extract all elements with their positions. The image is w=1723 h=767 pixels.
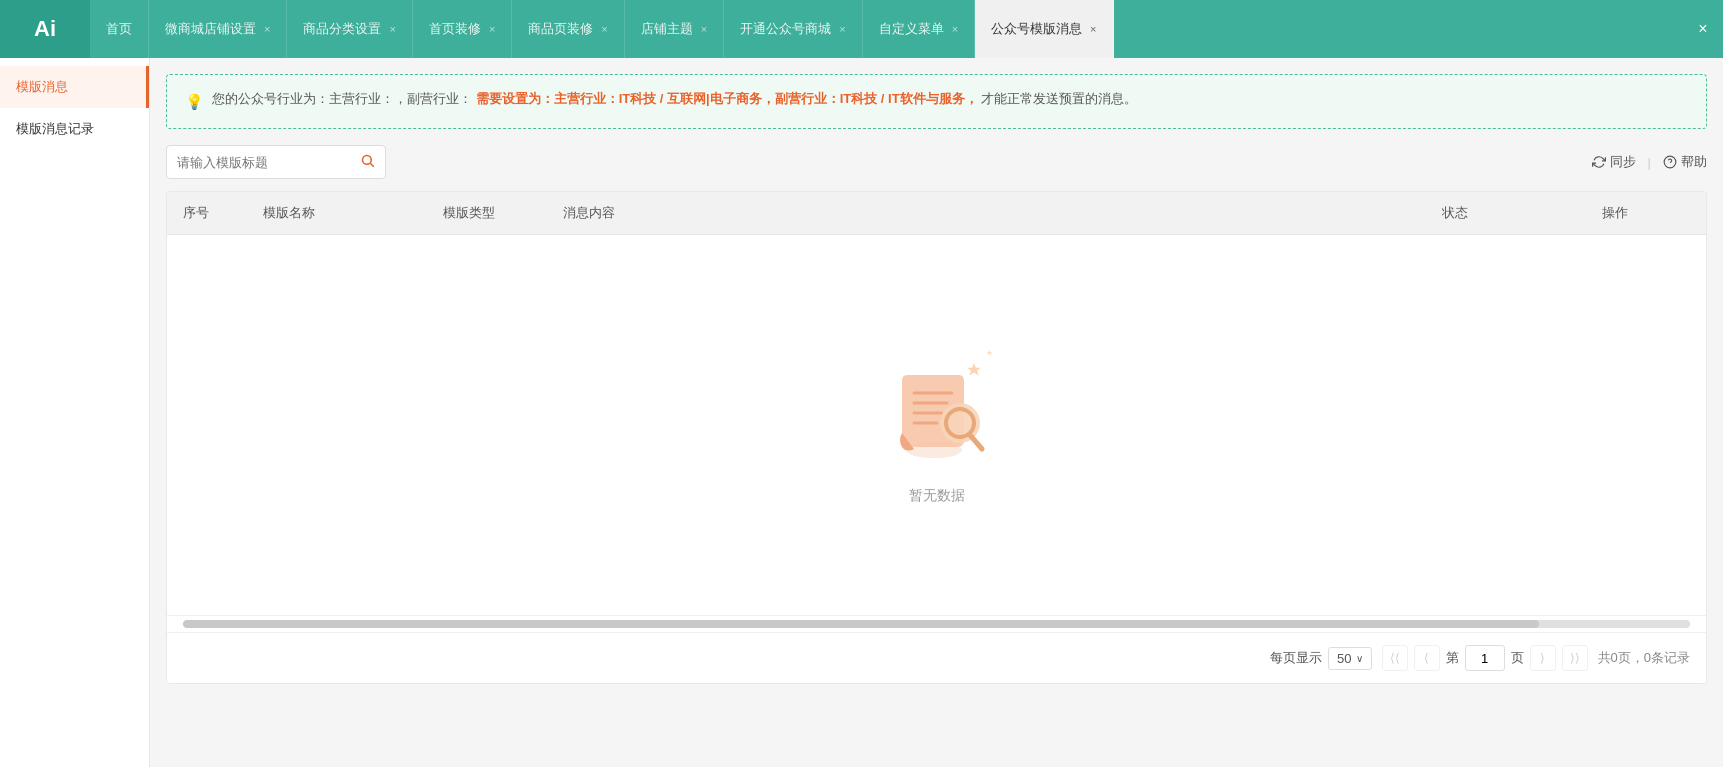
table-body: 暂无数据 bbox=[167, 235, 1706, 615]
close-tab-shop-theme-icon[interactable]: × bbox=[701, 23, 707, 35]
data-table: 序号模版名称模版类型消息内容状态操作 bbox=[166, 191, 1707, 684]
main-layout: 模版消息模版消息记录 💡 您的公众号行业为：主营行业：，副营行业： 需要设置为：… bbox=[0, 58, 1723, 767]
page-input[interactable] bbox=[1465, 645, 1505, 671]
pagination: 每页显示 50 ∨ ⟨⟨ ⟨ 第 页 ⟩ ⟩⟩ 共0页，0条记录 bbox=[167, 632, 1706, 683]
close-tab-custom-menu-icon[interactable]: × bbox=[952, 23, 958, 35]
empty-state: 暂无数据 bbox=[872, 345, 1002, 505]
svg-point-0 bbox=[363, 156, 372, 165]
close-tab-category-settings-icon[interactable]: × bbox=[389, 23, 395, 35]
help-button[interactable]: 帮助 bbox=[1663, 153, 1707, 171]
page-label-prefix: 第 bbox=[1446, 649, 1459, 667]
scroll-bar-area bbox=[167, 615, 1706, 632]
page-size-dropdown[interactable]: 50 ∨ bbox=[1328, 647, 1371, 670]
notice-text: 您的公众号行业为：主营行业：，副营行业： 需要设置为：主营行业：IT科技 / 互… bbox=[212, 89, 1137, 110]
close-tab-product-decor-icon[interactable]: × bbox=[601, 23, 607, 35]
col-header-name: 模版名称 bbox=[247, 192, 427, 234]
nav-tab-product-decor[interactable]: 商品页装修× bbox=[512, 0, 624, 58]
close-tab-home-decor-icon[interactable]: × bbox=[489, 23, 495, 35]
prev-page-button[interactable]: ⟨ bbox=[1414, 645, 1440, 671]
nav-tab-open-mall[interactable]: 开通公众号商城× bbox=[724, 0, 862, 58]
notice-banner: 💡 您的公众号行业为：主营行业：，副营行业： 需要设置为：主营行业：IT科技 /… bbox=[166, 74, 1707, 129]
page-size-select: 每页显示 50 ∨ bbox=[1270, 647, 1371, 670]
page-nav: ⟨⟨ ⟨ 第 页 ⟩ ⟩⟩ bbox=[1382, 645, 1588, 671]
col-header-content: 消息内容 bbox=[547, 192, 1426, 234]
sync-icon bbox=[1592, 155, 1606, 169]
col-header-status: 状态 bbox=[1426, 192, 1586, 234]
search-input[interactable] bbox=[177, 155, 360, 170]
divider: | bbox=[1648, 155, 1651, 170]
nav-tab-home[interactable]: 首页 bbox=[90, 0, 149, 58]
logo-text: Ai bbox=[34, 16, 56, 42]
col-header-action: 操作 bbox=[1586, 192, 1706, 234]
last-page-button[interactable]: ⟩⟩ bbox=[1562, 645, 1588, 671]
logo: Ai bbox=[0, 0, 90, 58]
close-tab-template-msg-icon[interactable]: × bbox=[1090, 23, 1096, 35]
close-tab-open-mall-icon[interactable]: × bbox=[839, 23, 845, 35]
search-button[interactable] bbox=[360, 153, 375, 171]
chevron-down-icon: ∨ bbox=[1356, 653, 1363, 664]
sidebar: 模版消息模版消息记录 bbox=[0, 58, 150, 767]
sync-button[interactable]: 同步 bbox=[1592, 153, 1636, 171]
close-tab-shop-settings-icon[interactable]: × bbox=[264, 23, 270, 35]
nav-tab-shop-settings[interactable]: 微商城店铺设置× bbox=[149, 0, 287, 58]
search-bar: 同步 | 帮助 bbox=[166, 145, 1707, 179]
first-page-button[interactable]: ⟨⟨ bbox=[1382, 645, 1408, 671]
search-input-wrap[interactable] bbox=[166, 145, 386, 179]
nav-tab-shop-theme[interactable]: 店铺主题× bbox=[625, 0, 724, 58]
nav-tab-template-msg[interactable]: 公众号模版消息× bbox=[975, 0, 1113, 58]
page-label-suffix: 页 bbox=[1511, 649, 1524, 667]
scroll-track[interactable] bbox=[183, 620, 1690, 628]
svg-line-11 bbox=[970, 435, 982, 449]
notice-icon: 💡 bbox=[185, 90, 204, 114]
svg-line-1 bbox=[370, 163, 373, 166]
nav-tab-home-decor[interactable]: 首页装修× bbox=[413, 0, 512, 58]
nav-tabs: 首页微商城店铺设置×商品分类设置×首页装修×商品页装修×店铺主题×开通公众号商城… bbox=[90, 0, 1683, 58]
total-info: 共0页，0条记录 bbox=[1598, 649, 1690, 667]
nav-tab-custom-menu[interactable]: 自定义菜单× bbox=[863, 0, 975, 58]
col-header-index: 序号 bbox=[167, 192, 247, 234]
col-header-type: 模版类型 bbox=[427, 192, 547, 234]
help-icon bbox=[1663, 155, 1677, 169]
table-header: 序号模版名称模版类型消息内容状态操作 bbox=[167, 192, 1706, 235]
content-area: 💡 您的公众号行业为：主营行业：，副营行业： 需要设置为：主营行业：IT科技 /… bbox=[150, 58, 1723, 767]
scroll-thumb bbox=[183, 620, 1539, 628]
search-icon bbox=[360, 153, 375, 168]
nav-tab-category-settings[interactable]: 商品分类设置× bbox=[287, 0, 412, 58]
close-all-button[interactable]: × bbox=[1683, 0, 1723, 58]
sidebar-item-template-records[interactable]: 模版消息记录 bbox=[0, 108, 149, 150]
sidebar-item-template-msg[interactable]: 模版消息 bbox=[0, 66, 149, 108]
empty-text: 暂无数据 bbox=[909, 487, 965, 505]
toolbar-right: 同步 | 帮助 bbox=[1592, 153, 1707, 171]
next-page-button[interactable]: ⟩ bbox=[1530, 645, 1556, 671]
top-nav: Ai 首页微商城店铺设置×商品分类设置×首页装修×商品页装修×店铺主题×开通公众… bbox=[0, 0, 1723, 58]
empty-illustration bbox=[872, 345, 1002, 475]
